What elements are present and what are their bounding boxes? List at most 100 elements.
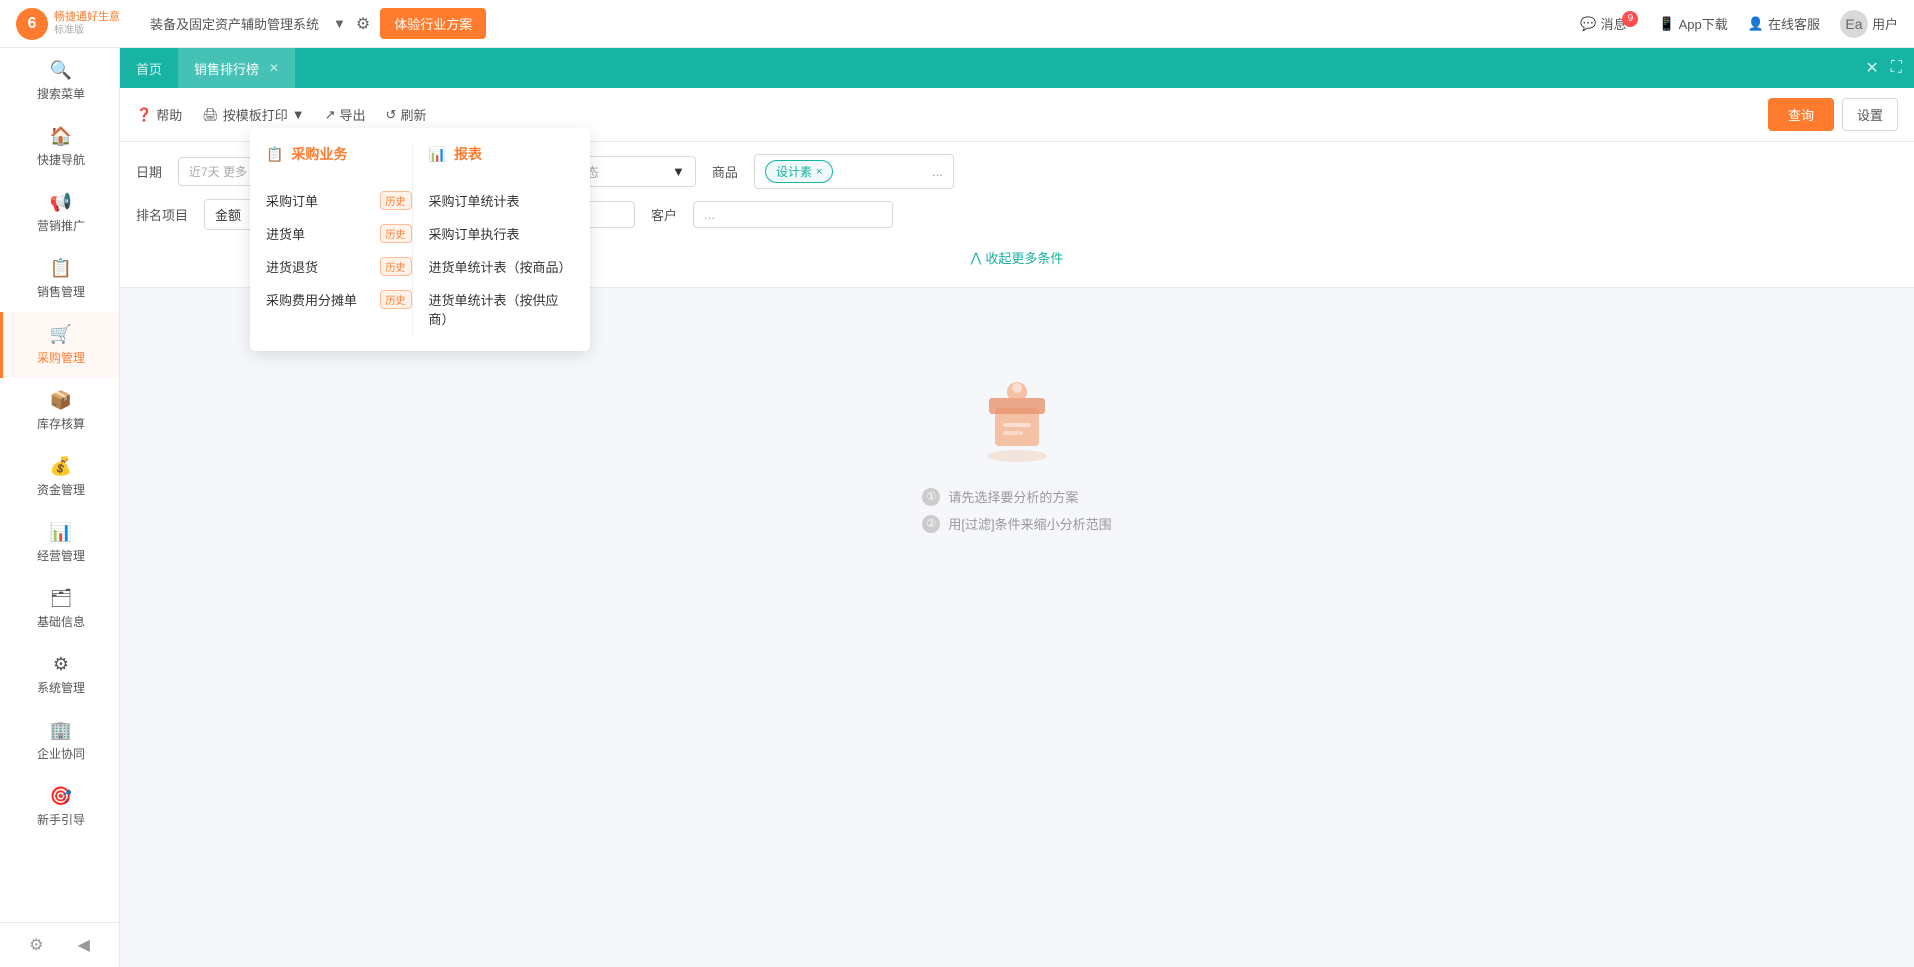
purchase-business-icon: 📋 xyxy=(266,146,283,163)
sidebar-item-purchase[interactable]: 🛒 采购管理 xyxy=(0,312,119,378)
sidebar-item-newbie[interactable]: 🎯 新手引导 xyxy=(0,774,119,840)
newbie-icon: 🎯 xyxy=(50,786,72,807)
finance-icon: 💰 xyxy=(50,456,72,477)
dropdown-item-inbound-stat-supplier[interactable]: 进货单统计表（按供应商） xyxy=(429,283,575,335)
dropdown-item-order-exec[interactable]: 采购订单执行表 xyxy=(429,217,575,250)
sidebar-label-basic: 基础信息 xyxy=(37,613,85,630)
customer-label: 客户 xyxy=(651,205,677,224)
rank-value: 金额 xyxy=(215,205,241,224)
tab-close-all-icon[interactable]: ✕ xyxy=(1865,58,1878,78)
notifications-item[interactable]: 💬 消息 9 xyxy=(1580,14,1638,33)
product-select[interactable]: 设计素 × ... xyxy=(754,154,954,189)
system-title: 装备及固定资产辅助管理系统 xyxy=(150,14,319,33)
sidebar: 🔍 搜索菜单 🏠 快捷导航 📢 营销推广 📋 销售管理 🛒 采购管理 📦 xyxy=(0,48,120,967)
customer-more[interactable]: ... xyxy=(704,207,715,222)
logo-area: 6 畅捷通好生意 标准版 xyxy=(16,8,120,40)
sidebar-item-basic[interactable]: 🗂 基础信息 xyxy=(0,576,119,642)
user-item[interactable]: Ea 用户 xyxy=(1840,10,1898,38)
tab-bar: 首页 销售排行榜 ✕ ✕ ⛶ xyxy=(120,48,1914,88)
industry-btn[interactable]: 体验行业方案 xyxy=(380,8,486,39)
settings-gear-icon[interactable]: ⚙ xyxy=(356,14,370,34)
empty-icon-container xyxy=(967,368,1067,471)
export-btn[interactable]: ↗ 导出 xyxy=(325,105,366,124)
sidebar-label-enterprise: 企业协同 xyxy=(37,745,85,762)
sidebar-item-inventory[interactable]: 📦 库存核算 xyxy=(0,378,119,444)
footer-collapse-icon[interactable]: ◀ xyxy=(78,935,90,955)
history-badge-3: 历史 xyxy=(380,290,412,309)
sidebar-label-operations: 经营管理 xyxy=(37,547,85,564)
print-dropdown-icon[interactable]: ▼ xyxy=(292,107,305,122)
product-tag-close[interactable]: × xyxy=(816,166,822,178)
empty-tips: ① 请先选择要分析的方案 ② 用[过滤]条件来缩小分析范围 xyxy=(922,487,1111,533)
rank-label: 排名项目 xyxy=(136,205,188,224)
sidebar-item-enterprise[interactable]: 🏢 企业协同 xyxy=(0,708,119,774)
sidebar-item-sales[interactable]: 📋 销售管理 xyxy=(0,246,119,312)
user-avatar: Ea xyxy=(1840,10,1868,38)
dropdown-item-order-stat[interactable]: 采购订单统计表 xyxy=(429,184,575,217)
product-label: 商品 xyxy=(712,162,738,181)
operations-icon: 📊 xyxy=(50,522,72,543)
tab-close-icon[interactable]: ✕ xyxy=(269,61,279,75)
date-label: 日期 xyxy=(136,162,162,181)
tab-sales-rank[interactable]: 销售排行榜 ✕ xyxy=(178,48,295,88)
history-badge-0: 历史 xyxy=(380,191,412,210)
system-icon: ⚙ xyxy=(53,654,69,675)
tip-num-1: ① xyxy=(922,488,940,506)
dropdown-item-expense[interactable]: 采购费用分摊单 历史 xyxy=(266,283,412,316)
online-service-item[interactable]: 👤 在线客服 xyxy=(1748,14,1820,33)
sidebar-label-inventory: 库存核算 xyxy=(37,415,85,432)
print-btn[interactable]: 🖨 按模板打印 ▼ xyxy=(202,105,304,124)
sidebar-label-finance: 资金管理 xyxy=(37,481,85,498)
inventory-icon: 📦 xyxy=(50,390,72,411)
enterprise-icon: 🏢 xyxy=(50,720,72,741)
sidebar-label-newbie: 新手引导 xyxy=(37,811,85,828)
sidebar-item-finance[interactable]: 💰 资金管理 xyxy=(0,444,119,510)
purchase-dropdown-menu: 📋 采购业务 采购订单 历史 进货单 历史 进货退货 xyxy=(250,128,590,351)
sidebar-label-system: 系统管理 xyxy=(37,679,85,696)
marketing-icon: 📢 xyxy=(50,192,72,213)
sidebar-item-system[interactable]: ⚙ 系统管理 xyxy=(0,642,119,708)
doc-status-arrow-icon: ▼ xyxy=(672,164,685,179)
tab-expand-icon[interactable]: ⛶ xyxy=(1891,59,1902,77)
content-area: 首页 销售排行榜 ✕ ✕ ⛶ ❓ 帮助 xyxy=(120,48,1914,967)
dropdown-item-inbound[interactable]: 进货单 历史 xyxy=(266,217,412,250)
dropdown-arrow-icon[interactable]: ▼ xyxy=(333,16,346,31)
setting-button[interactable]: 设置 xyxy=(1842,98,1898,131)
print-icon: 🖨 xyxy=(202,107,219,123)
app-container: 6 畅捷通好生意 标准版 装备及固定资产辅助管理系统 ▼ ⚙ 体验行业方案 💬 … xyxy=(0,0,1914,967)
tab-bar-right: ✕ ⛶ xyxy=(1865,58,1914,78)
empty-tip-2: ② 用[过滤]条件来缩小分析范围 xyxy=(922,514,1111,533)
refresh-btn[interactable]: ↺ 刷新 xyxy=(386,105,427,124)
dropdown-item-return[interactable]: 进货退货 历史 xyxy=(266,250,412,283)
logo-icon: 6 xyxy=(16,8,48,40)
sidebar-label-purchase: 采购管理 xyxy=(37,349,85,366)
sidebar-item-search[interactable]: 🔍 搜索菜单 xyxy=(0,48,119,114)
dropdown-col-purchase-business: 📋 采购业务 采购订单 历史 进货单 历史 进货退货 xyxy=(266,144,412,335)
app-download-item[interactable]: 📱 App下载 xyxy=(1658,14,1727,33)
export-icon: ↗ xyxy=(325,107,336,123)
sidebar-label-marketing: 营销推广 xyxy=(37,217,85,234)
sidebar-item-quick[interactable]: 🏠 快捷导航 xyxy=(0,114,119,180)
sidebar-label-search: 搜索菜单 xyxy=(37,85,85,102)
service-icon: 👤 xyxy=(1748,16,1764,32)
collapse-btn[interactable]: ⋀ 收起更多条件 xyxy=(963,240,1072,275)
phone-icon: 📱 xyxy=(1658,16,1674,32)
page-content: ❓ 帮助 🖨 按模板打印 ▼ ↗ 导出 ↺ 刷新 xyxy=(120,88,1914,967)
history-badge-2: 历史 xyxy=(380,257,412,276)
sidebar-item-operations[interactable]: 📊 经营管理 xyxy=(0,510,119,576)
help-btn[interactable]: ❓ 帮助 xyxy=(136,105,182,124)
footer-settings-icon[interactable]: ⚙ xyxy=(29,935,43,955)
sidebar-footer: ⚙ ◀ xyxy=(0,922,119,967)
message-icon: 💬 xyxy=(1580,16,1596,32)
dropdown-item-purchase-order[interactable]: 采购订单 历史 xyxy=(266,184,412,217)
sidebar-item-marketing[interactable]: 📢 营销推广 xyxy=(0,180,119,246)
customer-select[interactable]: ... xyxy=(693,201,893,228)
dropdown-item-inbound-stat-product[interactable]: 进货单统计表（按商品） xyxy=(429,250,575,283)
home-icon: 🏠 xyxy=(50,126,72,147)
product-more-icon[interactable]: ... xyxy=(932,164,943,179)
tab-home[interactable]: 首页 xyxy=(120,48,178,88)
help-icon: ❓ xyxy=(136,107,152,123)
query-button[interactable]: 查询 xyxy=(1768,98,1834,131)
dropdown-col-title-2: 📊 报表 xyxy=(429,144,575,172)
dropdown-col-title-1: 📋 采购业务 xyxy=(266,144,412,172)
